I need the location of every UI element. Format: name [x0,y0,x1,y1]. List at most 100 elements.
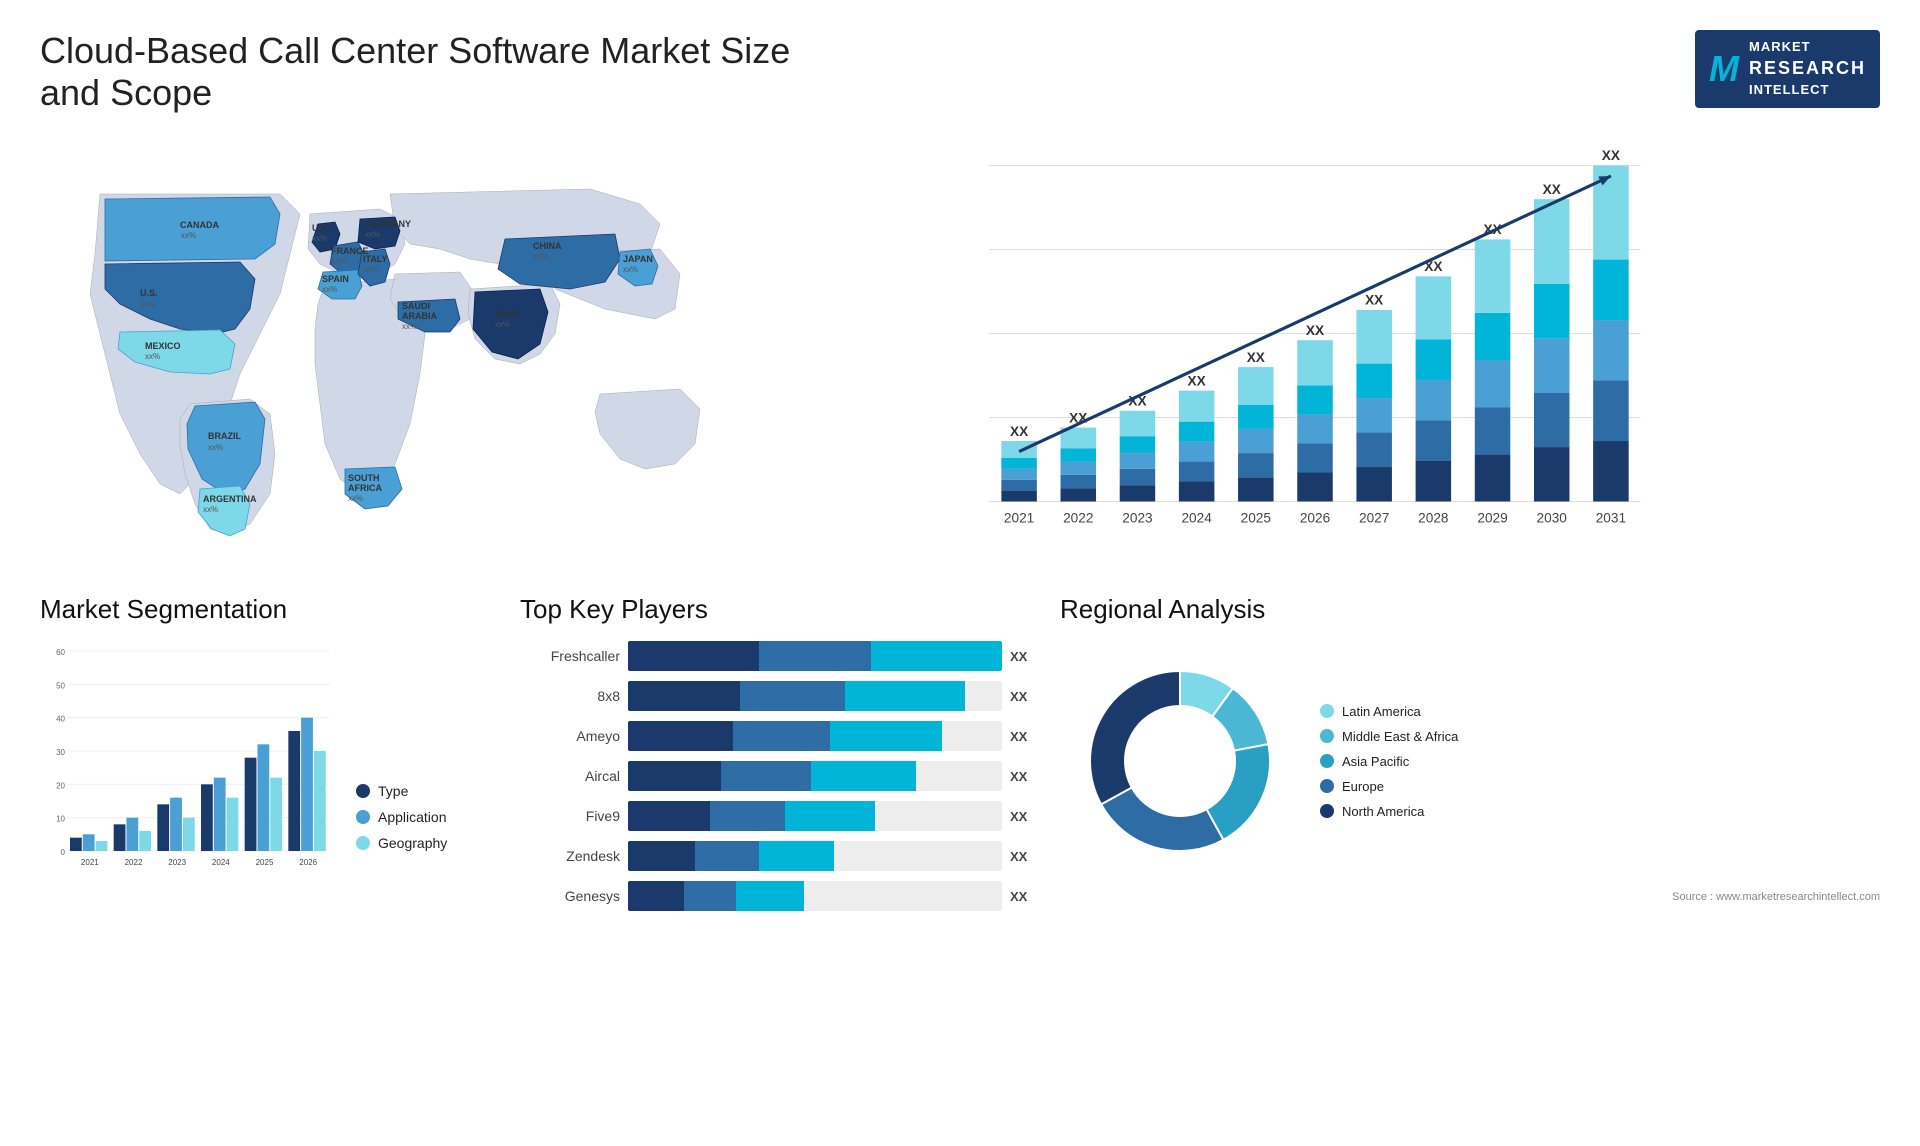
player-name: Zendesk [520,848,620,864]
key-players-area: Top Key Players FreshcallerXX8x8XXAmeyoX… [520,594,1040,911]
regional-legend-item: Europe [1320,779,1458,794]
player-bar-seg2 [759,641,871,671]
player-row: Five9 XX [520,801,1040,831]
svg-text:2027: 2027 [1359,510,1389,525]
player-bar-seg1 [628,721,733,751]
legend-dot [356,784,370,798]
player-row: Genesys XX [520,881,1040,911]
player-bar-track [628,641,1002,671]
legend-item-application: Application [356,809,447,825]
svg-text:50: 50 [56,681,65,690]
player-bar-track [628,761,1002,791]
player-bar-seg2 [733,721,830,751]
regional-legend-dot [1320,804,1334,818]
player-bar-track [628,881,1002,911]
germany-label: GERMANY [365,219,411,229]
top-section: CANADA xx% U.S. xx% MEXICO xx% BRAZIL xx… [40,134,1880,554]
player-name: 8x8 [520,688,620,704]
player-bar-seg3 [785,801,875,831]
source-text: Source : www.marketresearchintellect.com [1060,891,1880,903]
legend-dot [356,810,370,824]
svg-text:XX: XX [1010,424,1028,439]
player-xx-label: XX [1010,649,1040,664]
players-list: FreshcallerXX8x8XXAmeyoXXAircalXXFive9XX… [520,641,1040,911]
player-xx-label: XX [1010,689,1040,704]
player-bar-seg3 [830,721,942,751]
key-players-title: Top Key Players [520,594,1040,625]
player-bar-seg3 [845,681,965,711]
bottom-section: Market Segmentation 01020304050602021202… [40,594,1880,911]
svg-text:xx%: xx% [181,231,196,240]
regional-legend-dot [1320,779,1334,793]
bar-chart-container: XX2021XX2022XX2023XX2024XX2025XX2026XX20… [750,134,1880,554]
regional-legend-dot [1320,729,1334,743]
world-map-svg: CANADA xx% U.S. xx% MEXICO xx% BRAZIL xx… [40,134,720,554]
player-bar-seg1 [628,881,684,911]
player-bar-fill [628,801,875,831]
player-bar-seg3 [871,641,1002,671]
svg-text:2028: 2028 [1418,510,1448,525]
regional-legend: Latin AmericaMiddle East & AfricaAsia Pa… [1320,704,1458,819]
svg-text:XX: XX [1365,293,1383,308]
legend-label: Application [378,809,447,825]
svg-text:2026: 2026 [1300,510,1330,525]
svg-text:xx%: xx% [365,230,380,239]
svg-text:2029: 2029 [1477,510,1507,525]
svg-text:xx%: xx% [331,257,346,266]
player-bar-seg1 [628,761,721,791]
donut-chart-svg [1060,641,1300,881]
player-xx-label: XX [1010,769,1040,784]
player-xx-label: XX [1010,809,1040,824]
segmentation-title: Market Segmentation [40,594,500,625]
player-name: Five9 [520,808,620,824]
player-bar-seg2 [684,881,736,911]
svg-text:2025: 2025 [1241,510,1272,525]
argentina-label: ARGENTINA [203,494,257,504]
player-bar-seg3 [759,841,834,871]
player-bar-fill [628,721,942,751]
player-bar-fill [628,841,834,871]
us-label: U.S. [140,288,158,298]
svg-text:AFRICA: AFRICA [348,483,382,493]
player-xx-label: XX [1010,889,1040,904]
regional-legend-item: Latin America [1320,704,1458,719]
legend-dot [356,836,370,850]
svg-text:XX: XX [1602,148,1620,163]
player-bar-seg3 [736,881,803,911]
svg-text:xx%: xx% [203,505,218,514]
player-bar-seg1 [628,641,759,671]
player-bar-seg2 [710,801,785,831]
canada-label: CANADA [180,220,219,230]
player-xx-label: XX [1010,849,1040,864]
player-row: Zendesk XX [520,841,1040,871]
italy-label: ITALY [363,254,388,264]
page-header: Cloud-Based Call Center Software Market … [40,30,1880,114]
player-bar-seg1 [628,681,740,711]
player-bar-fill [628,641,1002,671]
regional-legend-item: Middle East & Africa [1320,729,1458,744]
regional-wrap: Latin AmericaMiddle East & AfricaAsia Pa… [1060,641,1880,881]
player-bar-seg1 [628,801,710,831]
player-bar-track [628,681,1002,711]
svg-text:xx%: xx% [312,234,327,243]
svg-text:2024: 2024 [1181,510,1212,525]
svg-text:20: 20 [56,781,65,790]
southafrica-label: SOUTH [348,473,380,483]
player-xx-label: XX [1010,729,1040,744]
svg-text:2030: 2030 [1537,510,1568,525]
svg-text:2022: 2022 [1063,510,1093,525]
svg-text:30: 30 [56,748,65,757]
player-bar-seg3 [811,761,916,791]
svg-text:XX: XX [1247,350,1265,365]
player-bar-track [628,801,1002,831]
player-name: Genesys [520,888,620,904]
world-map-container: CANADA xx% U.S. xx% MEXICO xx% BRAZIL xx… [40,134,720,554]
legend-item-type: Type [356,783,447,799]
saudi-label: SAUDI [402,301,430,311]
logo-area: M MARKET RESEARCH INTELLECT [1695,30,1880,108]
svg-text:xx%: xx% [145,352,160,361]
regional-legend-label: Latin America [1342,704,1421,719]
china-label: CHINA [533,241,562,251]
player-bar-seg2 [695,841,759,871]
logo: M MARKET RESEARCH INTELLECT [1695,30,1880,108]
